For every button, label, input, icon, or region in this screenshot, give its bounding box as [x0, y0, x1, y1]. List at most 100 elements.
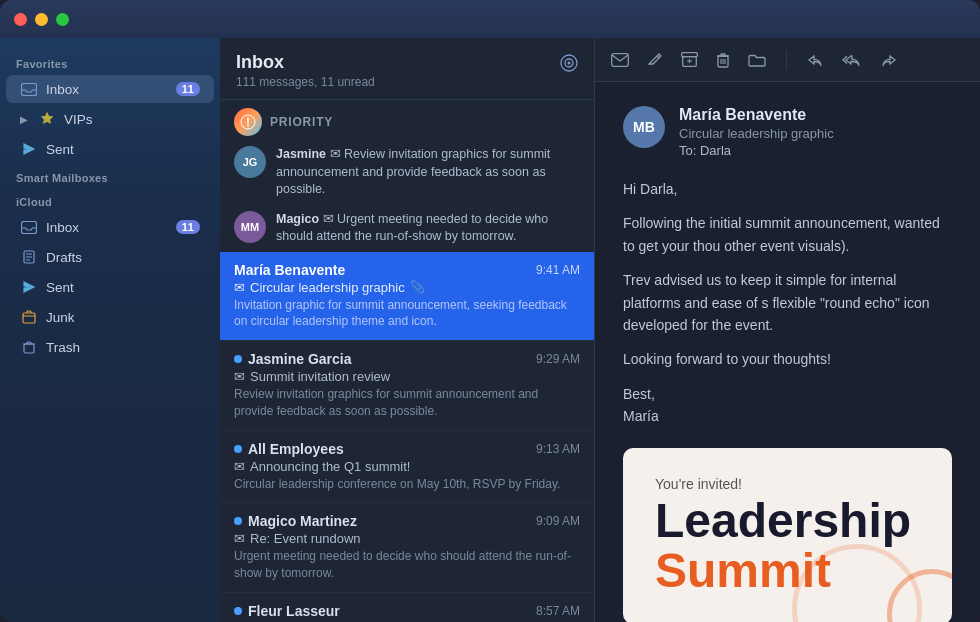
svg-rect-4 — [24, 344, 34, 353]
junk-icon — [20, 308, 38, 326]
email-items-list: María Benavente 9:41 AM ✉ Circular leade… — [220, 252, 594, 623]
subject-icon-jasmine: ✉ — [234, 369, 245, 384]
email-detail-body: Hi Darla, Following the initial summit a… — [623, 178, 952, 428]
vips-expand-icon: ▶ — [20, 114, 28, 125]
compose-toolbar-icon[interactable] — [647, 52, 663, 68]
icloud-label: iCloud — [0, 188, 220, 212]
event-card: You're invited! Leadership Summit — [623, 448, 952, 622]
detail-subject: Circular leadership graphic — [679, 126, 952, 141]
inbox-icloud-icon — [20, 218, 38, 236]
email-time-magico: 9:09 AM — [536, 514, 580, 528]
star-icon — [38, 110, 56, 128]
email-detail-content: MB María Benavente Circular leadership g… — [595, 82, 980, 622]
traffic-lights — [14, 13, 69, 26]
body-para-2: Trev advised us to keep it simple for in… — [623, 269, 952, 336]
toolbar-divider-1 — [786, 50, 787, 70]
archive-toolbar-icon[interactable] — [681, 52, 698, 67]
inbox-fav-label: Inbox — [46, 82, 168, 97]
email-detail-toolbar — [595, 38, 980, 82]
mail-toolbar-icon[interactable] — [611, 53, 629, 67]
priority-icon — [234, 108, 262, 136]
inbox-icon — [20, 80, 38, 98]
unread-dot-magico — [234, 517, 242, 525]
priority-email-item-2[interactable]: MM Magico ✉ Urgent meeting needed to dec… — [220, 205, 594, 252]
smart-mailboxes-label: Smart Mailboxes — [0, 164, 220, 188]
favorites-label: Favorites — [0, 50, 220, 74]
delete-toolbar-icon[interactable] — [716, 52, 730, 68]
email-time-fleur: 8:57 AM — [536, 604, 580, 618]
trash-icon — [20, 338, 38, 356]
title-bar — [0, 0, 980, 38]
email-detail-header: MB María Benavente Circular leadership g… — [623, 106, 952, 158]
sidebar-item-inbox-icloud[interactable]: Inbox 11 — [6, 213, 214, 241]
sent-icloud-label: Sent — [46, 280, 200, 295]
sent-icloud-icon — [20, 278, 38, 296]
sidebar-item-sent-icloud[interactable]: Sent — [6, 273, 214, 301]
trash-label: Trash — [46, 340, 200, 355]
email-time-jasmine: 9:29 AM — [536, 352, 580, 366]
unread-dot-jasmine — [234, 355, 242, 363]
drafts-icon — [20, 248, 38, 266]
email-item-jasmine[interactable]: Jasmine Garcia 9:29 AM ✉ Summit invitati… — [220, 341, 594, 431]
email-sender-fleur: Fleur Lasseur — [234, 603, 340, 619]
inbox-icloud-label: Inbox — [46, 220, 168, 235]
filter-icon[interactable] — [560, 54, 578, 77]
move-toolbar-icon[interactable] — [748, 53, 766, 67]
email-item-fleur[interactable]: Fleur Lasseur 8:57 AM ✉ Strategy deck v5… — [220, 593, 594, 622]
email-preview-all: Circular leadership conference on May 10… — [234, 476, 580, 493]
close-button[interactable] — [14, 13, 27, 26]
email-preview-jasmine: Review invitation graphics for summit an… — [234, 386, 580, 420]
sender-avatar: MB — [623, 106, 665, 148]
email-subject-all: ✉ Announcing the Q1 summit! — [234, 459, 580, 474]
unread-dot-all — [234, 445, 242, 453]
email-list-subtitle: 111 messages, 11 unread — [236, 75, 375, 89]
sidebar: Favorites Inbox 11 ▶ VIPs — [0, 38, 220, 622]
app-window: Favorites Inbox 11 ▶ VIPs — [0, 0, 980, 622]
sidebar-item-trash[interactable]: Trash — [6, 333, 214, 361]
sent-fav-icon — [20, 140, 38, 158]
sidebar-item-sent-fav[interactable]: Sent — [6, 135, 214, 163]
svg-rect-9 — [612, 53, 629, 66]
sidebar-item-junk[interactable]: Junk — [6, 303, 214, 331]
body-sign: Best,María — [623, 383, 952, 428]
priority-section: PRIORITY — [220, 100, 594, 140]
priority-email-text-1: Jasmine ✉ Review invitation graphics for… — [276, 146, 580, 199]
body-para-1: Following the initial summit announcemen… — [623, 212, 952, 257]
reply-all-toolbar-icon[interactable] — [842, 53, 862, 67]
email-item-maria[interactable]: María Benavente 9:41 AM ✉ Circular leade… — [220, 252, 594, 342]
minimize-button[interactable] — [35, 13, 48, 26]
email-list-header: Inbox 111 messages, 11 unread — [220, 38, 594, 100]
reply-toolbar-icon[interactable] — [807, 53, 824, 67]
sidebar-item-drafts[interactable]: Drafts — [6, 243, 214, 271]
inbox-icloud-badge: 11 — [176, 220, 200, 234]
sidebar-item-inbox-fav[interactable]: Inbox 11 — [6, 75, 214, 103]
event-title-line1: Leadership — [655, 494, 911, 547]
unread-dot-fleur — [234, 607, 242, 615]
email-item-all-employees[interactable]: All Employees 9:13 AM ✉ Announcing the Q… — [220, 431, 594, 504]
to-label: To: — [679, 143, 696, 158]
avatar-mm: MM — [234, 211, 266, 243]
sent-fav-label: Sent — [46, 142, 200, 157]
priority-label: PRIORITY — [270, 115, 333, 129]
main-layout: Favorites Inbox 11 ▶ VIPs — [0, 38, 980, 622]
to-value: Darla — [700, 143, 731, 158]
event-invited-text: You're invited! — [655, 476, 920, 492]
email-item-magico[interactable]: Magico Martinez 9:09 AM ✉ Re: Event rund… — [220, 503, 594, 593]
email-sender-all-employees: All Employees — [234, 441, 344, 457]
email-detail-panel: MB María Benavente Circular leadership g… — [595, 38, 980, 622]
vips-label: VIPs — [64, 112, 200, 127]
subject-icon-magico: ✉ — [234, 531, 245, 546]
svg-rect-3 — [23, 313, 35, 323]
maximize-button[interactable] — [56, 13, 69, 26]
email-time-maria: 9:41 AM — [536, 263, 580, 277]
subject-icon-all: ✉ — [234, 459, 245, 474]
sidebar-item-vips[interactable]: ▶ VIPs — [6, 105, 214, 133]
email-subject-jasmine: ✉ Summit invitation review — [234, 369, 580, 384]
email-sender-maria: María Benavente — [234, 262, 345, 278]
email-list-title: Inbox — [236, 52, 375, 73]
inbox-fav-badge: 11 — [176, 82, 200, 96]
priority-email-item[interactable]: JG Jasmine ✉ Review invitation graphics … — [220, 140, 594, 205]
avatar-jg: JG — [234, 146, 266, 178]
forward-toolbar-icon[interactable] — [880, 53, 897, 67]
drafts-label: Drafts — [46, 250, 200, 265]
